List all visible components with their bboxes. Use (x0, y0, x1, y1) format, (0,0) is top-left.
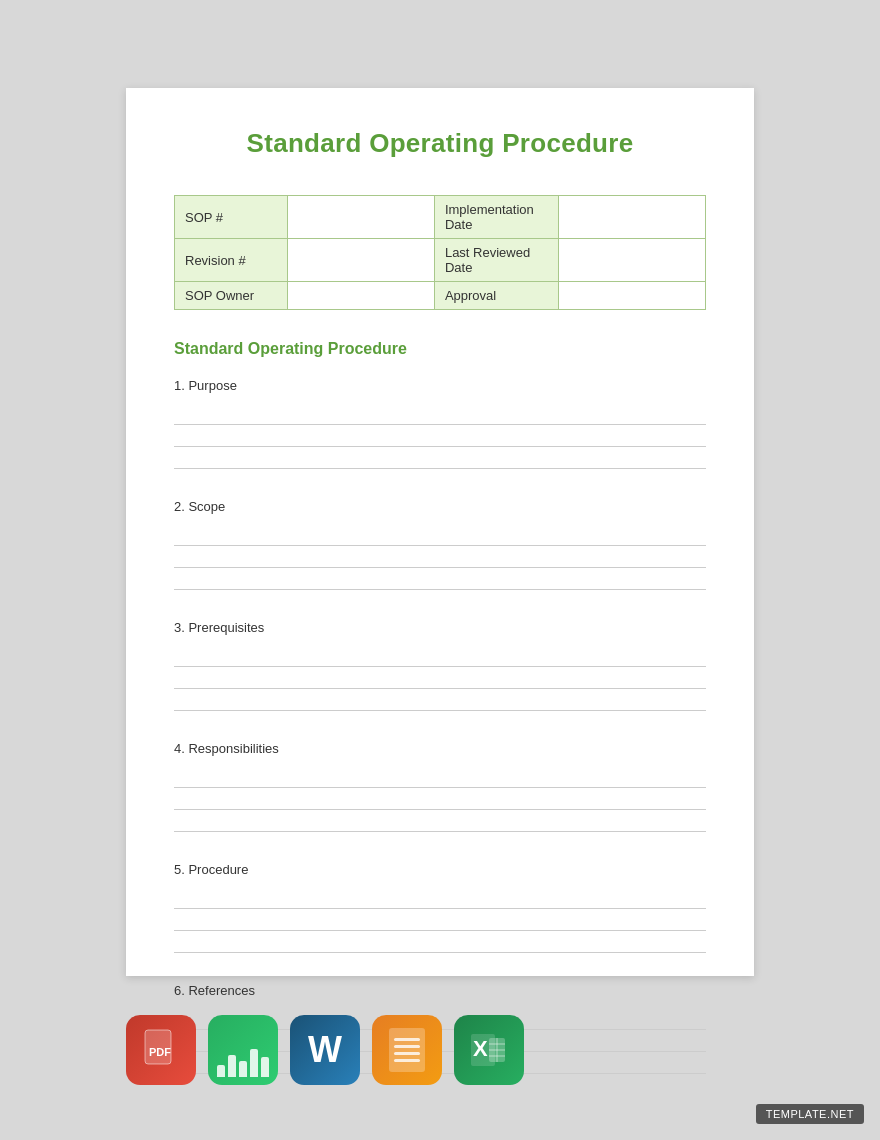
revision-label: Revision # (175, 239, 288, 282)
info-table: SOP # Implementation Date Revision # Las… (174, 195, 706, 310)
pages-line-4 (394, 1059, 420, 1062)
section-responsibilities: 4. Responsibilities (174, 741, 706, 832)
section-heading-responsibilities: 4. Responsibilities (174, 741, 706, 756)
section-prerequisites: 3. Prerequisites (174, 620, 706, 711)
word-icon[interactable]: W (290, 1015, 360, 1085)
section-scope: 2. Scope (174, 499, 706, 590)
last-reviewed-value[interactable] (559, 239, 706, 282)
excel-svg: X (467, 1028, 511, 1072)
section-lines-purpose[interactable] (174, 403, 706, 469)
bar-chart (217, 1047, 269, 1077)
content-line[interactable] (174, 524, 706, 546)
pages-icon[interactable] (372, 1015, 442, 1085)
word-letter: W (308, 1032, 342, 1068)
content-line[interactable] (174, 568, 706, 590)
app-icons-bar: PDF W (126, 1015, 524, 1085)
section-purpose: 1. Purpose (174, 378, 706, 469)
sop-owner-label: SOP Owner (175, 282, 288, 310)
section-lines-responsibilities[interactable] (174, 766, 706, 832)
word-icon-inner: W (308, 1032, 342, 1068)
bar-1 (217, 1065, 225, 1077)
section-procedure: 5. Procedure (174, 862, 706, 953)
section-heading-scope: 2. Scope (174, 499, 706, 514)
impl-date-value[interactable] (559, 196, 706, 239)
sop-number-value[interactable] (288, 196, 435, 239)
sop-number-label: SOP # (175, 196, 288, 239)
pdf-svg: PDF (142, 1028, 180, 1072)
content-line[interactable] (174, 667, 706, 689)
bar-3 (239, 1061, 247, 1077)
content-line[interactable] (174, 931, 706, 953)
section-lines-prerequisites[interactable] (174, 645, 706, 711)
section-lines-procedure[interactable] (174, 887, 706, 953)
section-heading-prerequisites: 3. Prerequisites (174, 620, 706, 635)
last-reviewed-label: Last Reviewed Date (434, 239, 558, 282)
sop-owner-value[interactable] (288, 282, 435, 310)
content-line[interactable] (174, 810, 706, 832)
pages-line-2 (394, 1045, 420, 1048)
numbers-icon[interactable] (208, 1015, 278, 1085)
content-line[interactable] (174, 425, 706, 447)
section-main-title: Standard Operating Procedure (174, 340, 706, 358)
numbers-icon-inner (208, 1015, 278, 1085)
content-line[interactable] (174, 403, 706, 425)
pdf-icon-inner: PDF (126, 1015, 196, 1085)
content-line[interactable] (174, 546, 706, 568)
section-heading-references: 6. References (174, 983, 706, 998)
pages-doc-shape (389, 1028, 425, 1072)
content-line[interactable] (174, 689, 706, 711)
pdf-icon[interactable]: PDF (126, 1015, 196, 1085)
excel-icon[interactable]: X (454, 1015, 524, 1085)
document-container: Standard Operating Procedure SOP # Imple… (126, 88, 754, 976)
svg-text:X: X (473, 1036, 488, 1061)
bar-5 (261, 1057, 269, 1077)
approval-label: Approval (434, 282, 558, 310)
pages-line-3 (394, 1052, 420, 1055)
content-line[interactable] (174, 645, 706, 667)
bar-2 (228, 1055, 236, 1077)
section-lines-scope[interactable] (174, 524, 706, 590)
content-line[interactable] (174, 887, 706, 909)
content-line[interactable] (174, 766, 706, 788)
table-row: SOP Owner Approval (175, 282, 706, 310)
excel-icon-inner: X (467, 1028, 511, 1072)
table-row: Revision # Last Reviewed Date (175, 239, 706, 282)
svg-text:PDF: PDF (149, 1046, 171, 1058)
pages-icon-inner (389, 1028, 425, 1072)
section-heading-purpose: 1. Purpose (174, 378, 706, 393)
bar-4 (250, 1049, 258, 1077)
document-title: Standard Operating Procedure (174, 128, 706, 159)
template-badge: TEMPLATE.NET (756, 1104, 864, 1124)
impl-date-label: Implementation Date (434, 196, 558, 239)
table-row: SOP # Implementation Date (175, 196, 706, 239)
content-line[interactable] (174, 909, 706, 931)
approval-value[interactable] (559, 282, 706, 310)
revision-value[interactable] (288, 239, 435, 282)
section-heading-procedure: 5. Procedure (174, 862, 706, 877)
content-line[interactable] (174, 788, 706, 810)
content-line[interactable] (174, 447, 706, 469)
pages-line-1 (394, 1038, 420, 1041)
